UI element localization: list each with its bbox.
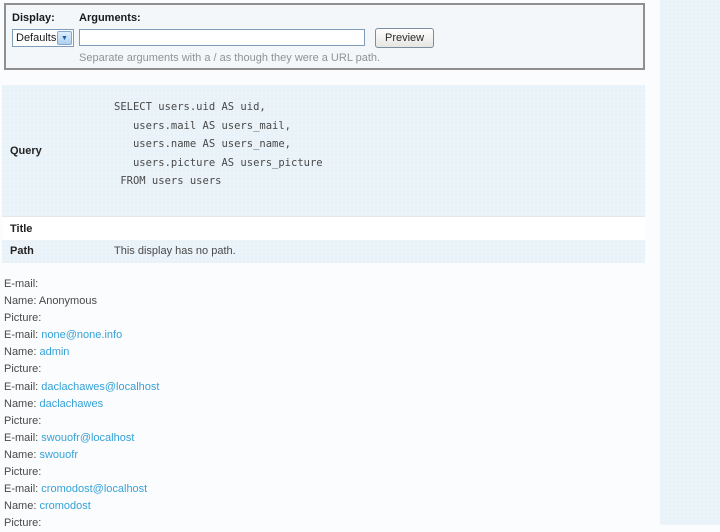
main-content: Display: Defaults ▼ Arguments: Preview S… bbox=[0, 0, 648, 532]
field-label: E-mail: bbox=[4, 483, 39, 496]
field-label: E-mail: bbox=[4, 329, 39, 342]
field-picture: Picture: bbox=[4, 361, 648, 378]
path-row-value: This display has no path. bbox=[114, 245, 236, 257]
field-label: Name: bbox=[4, 295, 37, 308]
field-picture: Picture: bbox=[4, 310, 648, 327]
path-row: Path This display has no path. bbox=[2, 240, 645, 263]
field-email: E-mail: swouofr@localhost bbox=[4, 430, 648, 447]
user-row: E-mail: swouofr@localhost Name: swouofr Pi… bbox=[4, 430, 648, 481]
field-label: Picture: bbox=[4, 363, 42, 376]
preview-table: Query SELECT users.uid AS uid, users.mai… bbox=[2, 85, 645, 263]
field-label: Picture: bbox=[4, 466, 42, 479]
user-email-link[interactable]: cromodost@localhost bbox=[41, 483, 147, 495]
field-name: Name: swouofr bbox=[4, 447, 648, 464]
preview-button[interactable]: Preview bbox=[375, 28, 435, 48]
field-label: Name: bbox=[4, 397, 37, 410]
display-select-value: Defaults bbox=[16, 32, 57, 44]
field-label: E-mail: bbox=[4, 380, 39, 393]
user-row: E-mail: cromodost@localhost Name: cromodo… bbox=[4, 481, 648, 532]
arguments-help-text: Separate arguments with a / as though th… bbox=[79, 52, 381, 64]
query-row-label: Query bbox=[10, 144, 42, 157]
field-label: E-mail: bbox=[4, 431, 39, 444]
field-label: Picture: bbox=[4, 312, 42, 325]
arguments-label: Arguments: bbox=[79, 12, 141, 24]
display-label: Display: bbox=[12, 12, 55, 24]
user-email-link[interactable]: none@none.info bbox=[41, 329, 122, 341]
user-name-link[interactable]: cromodost bbox=[39, 500, 90, 512]
field-label: Picture: bbox=[4, 517, 42, 530]
display-select[interactable]: Defaults ▼ bbox=[12, 29, 74, 47]
field-name: Name: cromodost bbox=[4, 498, 648, 515]
user-row: E-mail: daclachawes@localhost Name: dacla… bbox=[4, 379, 648, 430]
title-row-label: Title bbox=[10, 223, 33, 235]
field-picture: Picture: bbox=[4, 413, 648, 430]
display-group: Display: Defaults ▼ bbox=[12, 12, 79, 68]
field-name: Name: admin bbox=[4, 344, 648, 361]
field-label: Picture: bbox=[4, 414, 42, 427]
arguments-input[interactable] bbox=[79, 29, 365, 46]
user-name-link[interactable]: admin bbox=[39, 346, 69, 358]
query-sql: SELECT users.uid AS uid, users.mail AS u… bbox=[114, 101, 323, 187]
field-label: Name: bbox=[4, 448, 37, 461]
field-email: E-mail: none@none.info bbox=[4, 327, 648, 344]
field-email: E-mail: cromodost@localhost bbox=[4, 481, 648, 498]
field-label: Name: bbox=[4, 346, 37, 359]
field-label: Name: bbox=[4, 500, 37, 513]
path-row-label: Path bbox=[10, 245, 34, 257]
field-picture: Picture: bbox=[4, 515, 648, 532]
field-picture: Picture: bbox=[4, 464, 648, 481]
field-email: E-mail: daclachawes@localhost bbox=[4, 379, 648, 396]
user-list: E-mail: Name: Anonymous Picture: E-mail: no… bbox=[4, 276, 648, 532]
title-row: Title bbox=[2, 216, 645, 240]
field-email: E-mail: bbox=[4, 276, 648, 293]
field-label: E-mail: bbox=[4, 278, 39, 290]
user-name-link[interactable]: swouofr bbox=[39, 449, 78, 461]
chevron-down-icon[interactable]: ▼ bbox=[57, 31, 72, 45]
arguments-group: Arguments: Preview Separate arguments wi… bbox=[79, 12, 643, 68]
preview-controls-fieldset: Display: Defaults ▼ Arguments: Preview S… bbox=[4, 3, 645, 70]
user-email-link[interactable]: daclachawes@localhost bbox=[41, 381, 159, 393]
field-name: Name: Anonymous bbox=[4, 293, 648, 310]
right-sidebar-band bbox=[660, 0, 720, 525]
user-email-link[interactable]: swouofr@localhost bbox=[41, 432, 134, 444]
query-row: Query SELECT users.uid AS uid, users.mai… bbox=[2, 85, 645, 216]
user-row: E-mail: none@none.info Name: admin Picture… bbox=[4, 327, 648, 378]
user-name-link[interactable]: daclachawes bbox=[39, 398, 103, 410]
user-row: E-mail: Name: Anonymous Picture: bbox=[4, 276, 648, 327]
user-name-text: Anonymous bbox=[38, 295, 97, 308]
field-name: Name: daclachawes bbox=[4, 396, 648, 413]
